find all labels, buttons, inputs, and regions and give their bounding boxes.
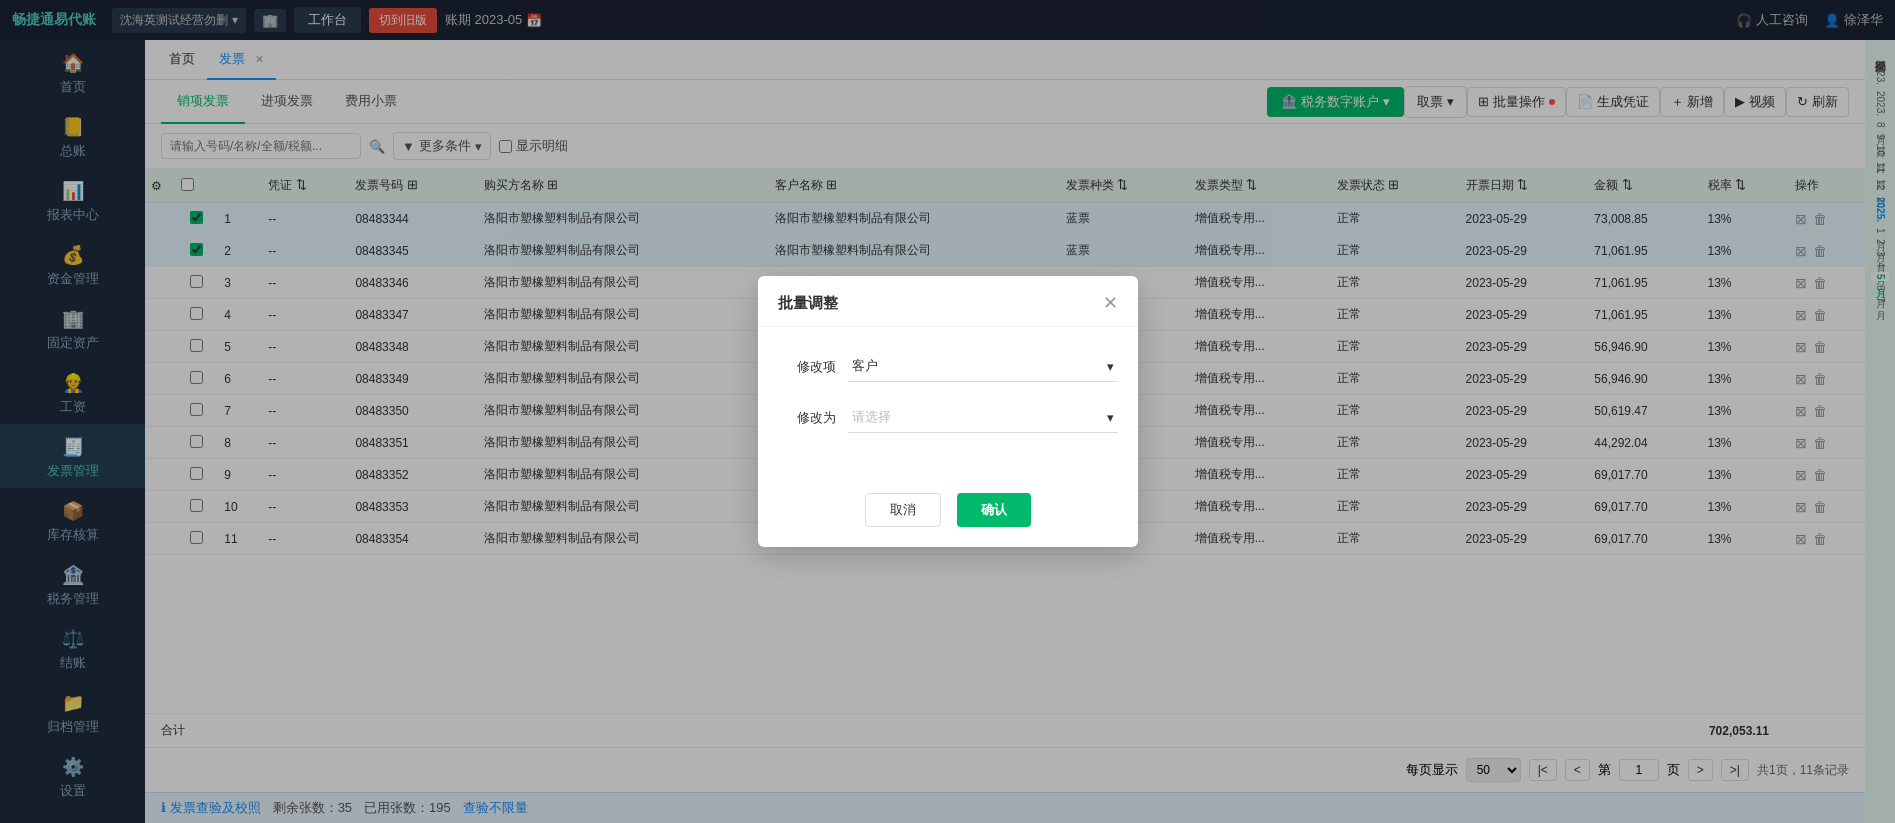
chevron-down-icon-field: ▾ bbox=[1107, 359, 1114, 374]
modal-close-btn[interactable]: ✕ bbox=[1103, 292, 1118, 314]
field-select[interactable]: 客户 ▾ bbox=[848, 351, 1118, 382]
field-label: 修改项 bbox=[778, 358, 848, 376]
chevron-down-icon-value: ▾ bbox=[1107, 410, 1114, 425]
value-select[interactable]: 请选择 ▾ bbox=[848, 402, 1118, 433]
modal-body: 修改项 客户 ▾ 修改为 请选择 ▾ bbox=[758, 327, 1138, 477]
cancel-button[interactable]: 取消 bbox=[865, 493, 941, 527]
modal-header: 批量调整 ✕ bbox=[758, 276, 1138, 327]
value-select-placeholder: 请选择 bbox=[852, 408, 891, 426]
confirm-button[interactable]: 确认 bbox=[957, 493, 1031, 527]
modal-footer: 取消 确认 bbox=[758, 477, 1138, 547]
modal-title: 批量调整 bbox=[778, 294, 838, 313]
field-select-value: 客户 bbox=[852, 357, 878, 375]
value-label: 修改为 bbox=[778, 409, 848, 427]
batch-adjust-modal: 批量调整 ✕ 修改项 客户 ▾ 修改为 请选择 ▾ 取消 确认 bbox=[758, 276, 1138, 547]
form-row-value: 修改为 请选择 ▾ bbox=[778, 402, 1118, 433]
form-row-field: 修改项 客户 ▾ bbox=[778, 351, 1118, 382]
modal-overlay[interactable]: 批量调整 ✕ 修改项 客户 ▾ 修改为 请选择 ▾ 取消 确认 bbox=[0, 0, 1895, 823]
